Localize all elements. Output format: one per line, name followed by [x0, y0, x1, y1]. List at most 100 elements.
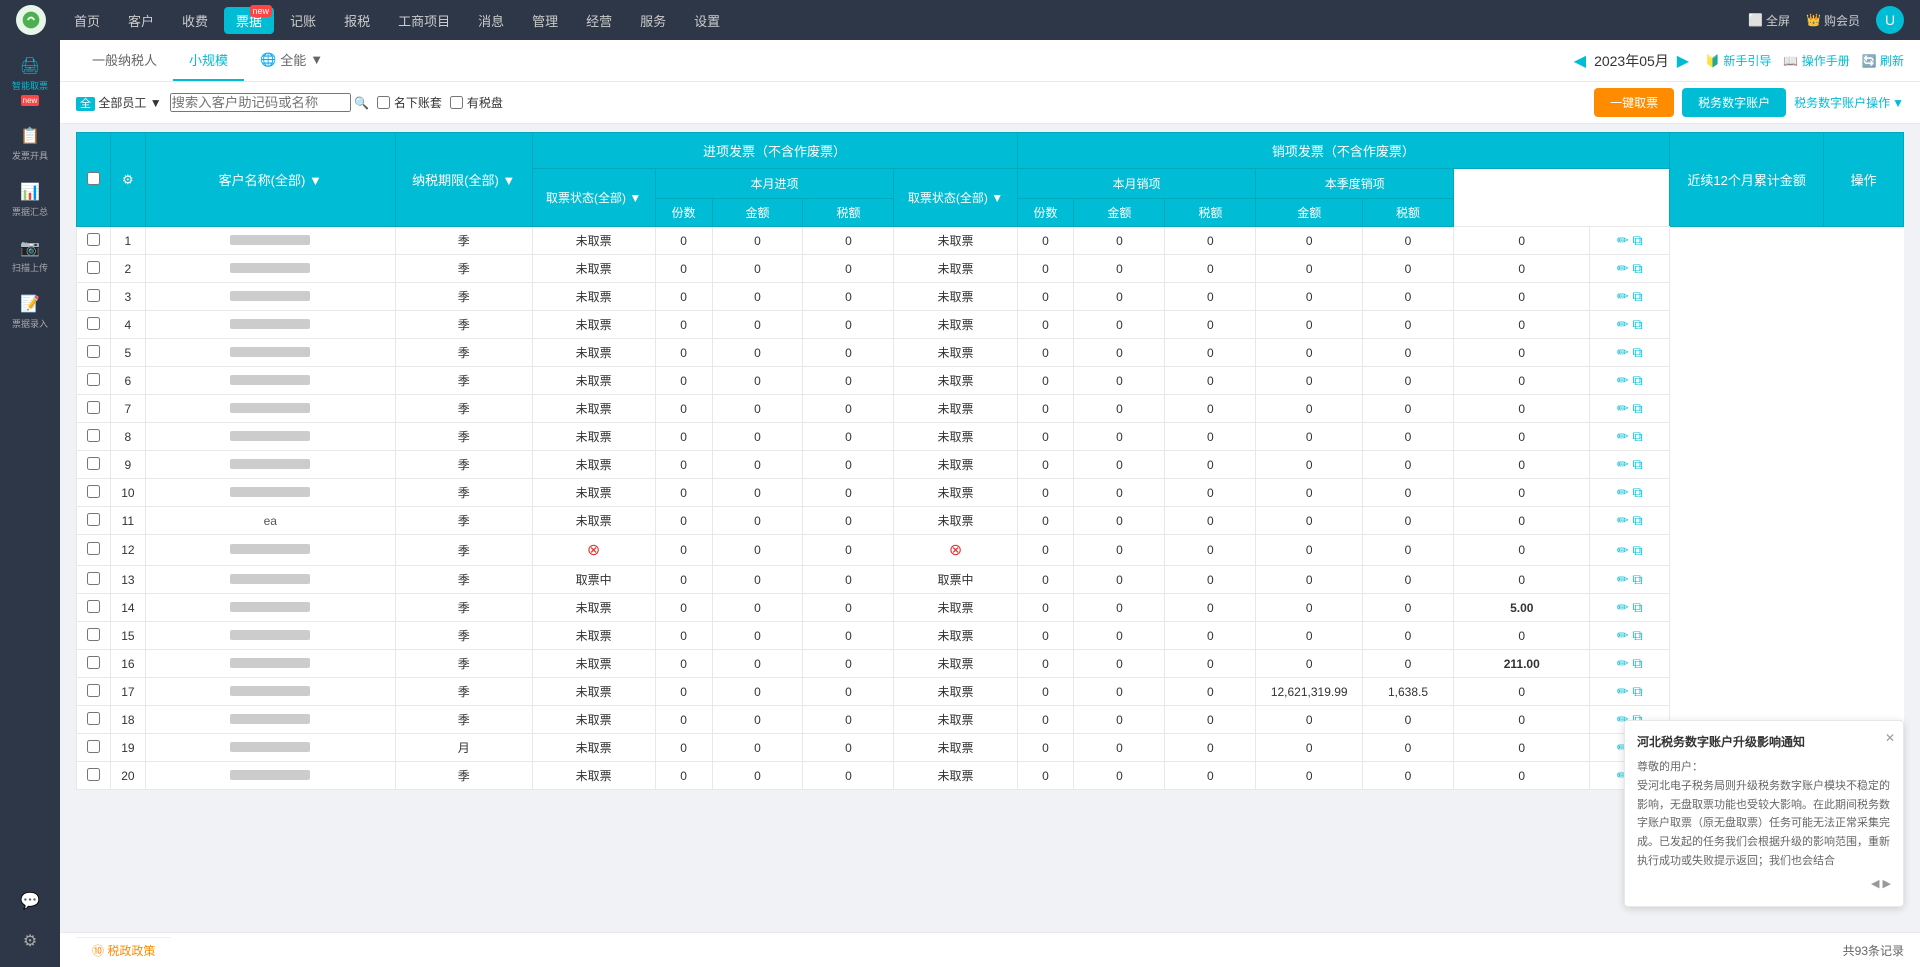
- row-checkbox[interactable]: [87, 289, 100, 302]
- select-all-checkbox[interactable]: [87, 172, 100, 185]
- tax-digital-account-button[interactable]: 税务数字账户: [1682, 88, 1786, 117]
- edit-icon[interactable]: ✏: [1617, 344, 1629, 361]
- edit-icon[interactable]: ✏: [1617, 428, 1629, 445]
- copy-icon[interactable]: ⧉: [1633, 400, 1643, 417]
- nav-bookkeeping[interactable]: 记账: [278, 7, 328, 34]
- edit-icon[interactable]: ✏: [1617, 260, 1629, 277]
- row-checkbox[interactable]: [87, 740, 100, 753]
- header-client[interactable]: 客户名称(全部) ▼: [145, 133, 395, 227]
- edit-icon[interactable]: ✏: [1617, 599, 1629, 616]
- edit-icon[interactable]: ✏: [1617, 372, 1629, 389]
- gear-icon[interactable]: ⚙: [122, 172, 134, 187]
- copy-icon[interactable]: ⧉: [1633, 571, 1643, 588]
- period-prev-button[interactable]: ◀: [1574, 51, 1586, 71]
- my-ledger-checkbox-label[interactable]: 名下账套: [377, 94, 442, 111]
- sidebar-item-ticket-entry[interactable]: 📝 票据录入: [3, 286, 57, 338]
- search-input[interactable]: [170, 93, 351, 112]
- copy-icon[interactable]: ⧉: [1633, 232, 1643, 249]
- edit-icon[interactable]: ✏: [1617, 316, 1629, 333]
- has-tax-checkbox[interactable]: [450, 96, 463, 109]
- row-checkbox[interactable]: [87, 600, 100, 613]
- row-checkbox[interactable]: [87, 485, 100, 498]
- copy-icon[interactable]: ⧉: [1633, 372, 1643, 389]
- sidebar-item-chat[interactable]: 💬: [3, 883, 57, 919]
- copy-icon[interactable]: ⧉: [1633, 599, 1643, 616]
- copy-icon[interactable]: ⧉: [1633, 288, 1643, 305]
- has-tax-checkbox-label[interactable]: 有税盘: [450, 94, 503, 111]
- copy-icon[interactable]: ⧉: [1633, 655, 1643, 672]
- nav-invoice[interactable]: 票据 new: [224, 7, 274, 34]
- user-avatar[interactable]: U: [1876, 6, 1904, 34]
- refresh-link[interactable]: 🔄 刷新: [1862, 52, 1904, 69]
- row-checkbox[interactable]: [87, 656, 100, 669]
- guide-link[interactable]: 🔰 新手引导: [1705, 52, 1771, 69]
- copy-icon[interactable]: ⧉: [1633, 627, 1643, 644]
- nav-settings[interactable]: 设置: [682, 7, 732, 34]
- copy-icon[interactable]: ⧉: [1633, 428, 1643, 445]
- tab-small-scale[interactable]: 小规模: [173, 40, 244, 81]
- edit-icon[interactable]: ✏: [1617, 456, 1629, 473]
- copy-icon[interactable]: ⧉: [1633, 683, 1643, 700]
- row-checkbox[interactable]: [87, 542, 100, 555]
- copy-icon[interactable]: ⧉: [1633, 260, 1643, 277]
- row-checkbox[interactable]: [87, 457, 100, 470]
- row-checkbox[interactable]: [87, 684, 100, 697]
- row-checkbox[interactable]: [87, 261, 100, 274]
- tax-policy-link[interactable]: ⑩ 税政政策: [76, 937, 171, 963]
- copy-icon[interactable]: ⧉: [1633, 316, 1643, 333]
- edit-icon[interactable]: ✏: [1617, 400, 1629, 417]
- row-checkbox[interactable]: [87, 233, 100, 246]
- row-checkbox[interactable]: [87, 373, 100, 386]
- fullscreen-link[interactable]: ⬜ 全屏: [1748, 12, 1790, 29]
- nav-service[interactable]: 服务: [628, 7, 678, 34]
- member-link[interactable]: 👑 购会员: [1806, 12, 1860, 29]
- row-checkbox[interactable]: [87, 345, 100, 358]
- one-key-ticket-button[interactable]: 一键取票: [1594, 88, 1674, 117]
- tab-general-taxpayer[interactable]: 一般纳税人: [76, 40, 173, 81]
- nav-client[interactable]: 客户: [116, 7, 166, 34]
- copy-icon[interactable]: ⧉: [1633, 456, 1643, 473]
- employee-select[interactable]: 全 全部员工 ▼: [76, 94, 162, 111]
- nav-fee[interactable]: 收费: [170, 7, 220, 34]
- edit-icon[interactable]: ✏: [1617, 512, 1629, 529]
- edit-icon[interactable]: ✏: [1617, 542, 1629, 559]
- row-checkbox[interactable]: [87, 768, 100, 781]
- sidebar-item-invoice-summary[interactable]: 📊 票据汇总: [3, 174, 57, 226]
- edit-icon[interactable]: ✏: [1617, 627, 1629, 644]
- sidebar-item-invoice-open[interactable]: 📋 发票开具: [3, 118, 57, 170]
- tax-digital-account-op[interactable]: 税务数字账户操作 ▼: [1794, 94, 1904, 111]
- edit-icon[interactable]: ✏: [1617, 655, 1629, 672]
- row-checkbox[interactable]: [87, 429, 100, 442]
- copy-icon[interactable]: ⧉: [1633, 512, 1643, 529]
- sidebar-item-scan-upload[interactable]: 📷 扫描上传: [3, 230, 57, 282]
- row-checkbox[interactable]: [87, 712, 100, 725]
- edit-icon[interactable]: ✏: [1617, 484, 1629, 501]
- tab-all[interactable]: 🌐 全能 ▼: [244, 40, 339, 81]
- search-box[interactable]: 🔍: [170, 93, 369, 112]
- row-checkbox[interactable]: [87, 317, 100, 330]
- header-period[interactable]: 纳税期限(全部) ▼: [395, 133, 532, 227]
- row-checkbox[interactable]: [87, 401, 100, 414]
- header-out-ticket-status[interactable]: 取票状态(全部) ▼: [894, 169, 1017, 227]
- copy-icon[interactable]: ⧉: [1633, 344, 1643, 361]
- nav-tax[interactable]: 报税: [332, 7, 382, 34]
- nav-home[interactable]: 首页: [62, 7, 112, 34]
- nav-operation[interactable]: 经营: [574, 7, 624, 34]
- row-checkbox[interactable]: [87, 628, 100, 641]
- my-ledger-checkbox[interactable]: [377, 96, 390, 109]
- nav-message[interactable]: 消息: [466, 7, 516, 34]
- edit-icon[interactable]: ✏: [1617, 683, 1629, 700]
- edit-icon[interactable]: ✏: [1617, 232, 1629, 249]
- copy-icon[interactable]: ⧉: [1633, 542, 1643, 559]
- notification-close-button[interactable]: ✕: [1885, 729, 1895, 748]
- manual-link[interactable]: 📖 操作手册: [1783, 52, 1849, 69]
- nav-management[interactable]: 管理: [520, 7, 570, 34]
- sidebar-item-settings[interactable]: ⚙: [3, 923, 57, 959]
- row-checkbox[interactable]: [87, 572, 100, 585]
- copy-icon[interactable]: ⧉: [1633, 484, 1643, 501]
- header-in-ticket-status[interactable]: 取票状态(全部) ▼: [532, 169, 655, 227]
- edit-icon[interactable]: ✏: [1617, 571, 1629, 588]
- sidebar-item-smart-ticket[interactable]: 🖨 智能取票 new: [3, 48, 57, 114]
- row-checkbox[interactable]: [87, 513, 100, 526]
- period-next-button[interactable]: ▶: [1677, 51, 1689, 71]
